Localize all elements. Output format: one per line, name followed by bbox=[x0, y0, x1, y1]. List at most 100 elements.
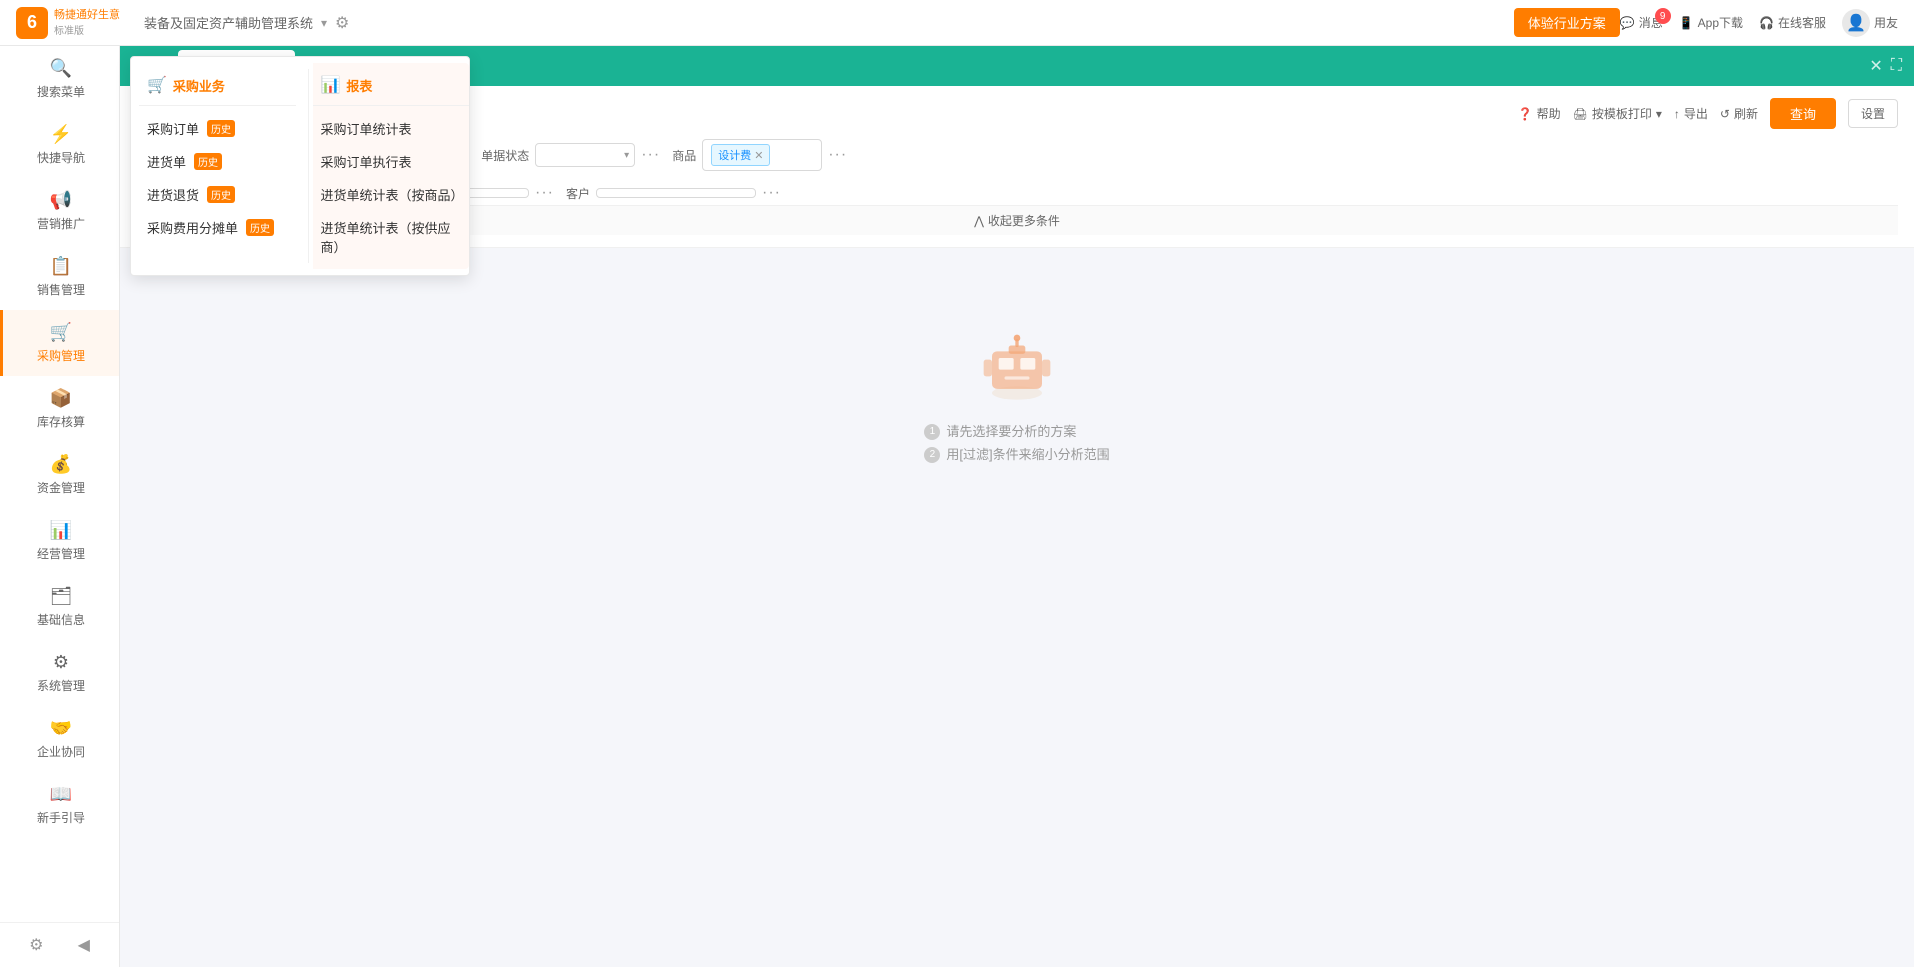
refresh-icon: ↺ bbox=[1720, 107, 1730, 121]
logo-text: 畅捷通好生意 bbox=[54, 8, 120, 22]
query-btn[interactable]: 查询 bbox=[1770, 98, 1836, 129]
voucher-status-filter: 单据状态 ··· bbox=[481, 143, 660, 167]
settings-btn[interactable]: 设置 bbox=[1848, 99, 1898, 128]
online-service-btn[interactable]: 🎧 在线客服 bbox=[1759, 14, 1826, 31]
print-btn[interactable]: 🖨 按模板打印 ▾ bbox=[1573, 105, 1662, 122]
sidebar-label-search: 搜索菜单 bbox=[37, 83, 85, 100]
goods-input[interactable]: 设计费 ✕ bbox=[702, 139, 822, 171]
sidebar-label-collab: 企业协同 bbox=[37, 743, 85, 760]
goods-filter: 商品 设计费 ✕ ··· bbox=[672, 139, 847, 171]
industry-btn[interactable]: 体验行业方案 bbox=[1514, 8, 1620, 37]
sidebar-item-business[interactable]: 📊 经营管理 bbox=[0, 508, 119, 574]
sidebar-item-marketing[interactable]: 📢 营销推广 bbox=[0, 178, 119, 244]
sidebar-item-purchase[interactable]: 🛒 采购管理 bbox=[0, 310, 119, 376]
sidebar-item-basic[interactable]: 🗂 基础信息 bbox=[0, 574, 119, 640]
voucher-status-select[interactable] bbox=[535, 143, 635, 167]
gear-icon: ⚙ bbox=[53, 652, 69, 673]
purchase-expense-history-badge: 历史 bbox=[246, 219, 274, 236]
nav-dropdown-arrow[interactable]: ▾ bbox=[321, 16, 327, 30]
purchase-order-label: 采购订单 bbox=[147, 119, 199, 138]
export-btn[interactable]: ↑ 导出 bbox=[1674, 105, 1708, 122]
customer-more-btn[interactable]: ··· bbox=[762, 184, 781, 202]
purchase-receipt-label: 进货单 bbox=[147, 152, 186, 171]
message-badge: 9 bbox=[1655, 8, 1671, 24]
dropdown-item-purchase-return[interactable]: 进货退货 历史 bbox=[139, 178, 296, 211]
lightning-icon: ⚡ bbox=[50, 124, 72, 145]
dropdown-item-purchase-order-stat[interactable]: 采购订单统计表 bbox=[313, 112, 470, 145]
header-nav: 装备及固定资产辅助管理系统 ▾ ⚙ bbox=[144, 13, 1514, 33]
report-col-title: 📊 报表 bbox=[313, 69, 470, 106]
sidebar-item-inventory[interactable]: 📦 库存核算 bbox=[0, 376, 119, 442]
folder-icon: 🗂 bbox=[50, 586, 73, 607]
voucher-status-more-btn[interactable]: ··· bbox=[641, 146, 660, 164]
messages-btn[interactable]: 💬 消息 9 bbox=[1620, 14, 1663, 31]
tabs-expand-btn[interactable]: ⛶ bbox=[1891, 57, 1902, 75]
sidebar-label-system: 系统管理 bbox=[37, 677, 85, 694]
sidebar-bottom: ⚙ ◀ bbox=[0, 922, 119, 967]
dropdown-item-receipt-stat-supplier[interactable]: 进货单统计表（按供应商） bbox=[313, 211, 470, 263]
dropdown-item-receipt-stat-goods[interactable]: 进货单统计表（按商品） bbox=[313, 178, 470, 211]
empty-text: 1 请先选择要分析的方案 2 用[过滤]条件来缩小分析范围 bbox=[924, 420, 1109, 467]
sidebar-item-system[interactable]: ⚙ 系统管理 bbox=[0, 640, 119, 706]
sidebar-label-marketing: 营销推广 bbox=[37, 215, 85, 232]
user-label: 用友 bbox=[1874, 14, 1898, 31]
report-col-label: 报表 bbox=[346, 76, 372, 95]
goods-tag-close[interactable]: ✕ bbox=[754, 149, 763, 162]
report-col: 📊 报表 采购订单统计表 采购订单执行表 进货单统计表（按商品） 进货单统计表（… bbox=[313, 63, 470, 269]
purchase-order-history-badge: 历史 bbox=[207, 120, 235, 137]
step2-num: 2 bbox=[924, 447, 940, 463]
sidebar-label-basic: 基础信息 bbox=[37, 611, 85, 628]
logo-area: 6 畅捷通好生意 标准版 bbox=[16, 7, 136, 39]
export-icon: ↑ bbox=[1674, 107, 1680, 121]
print-label: 按模板打印 bbox=[1592, 105, 1652, 122]
header-right: 💬 消息 9 📱 App下载 🎧 在线客服 👤 用友 bbox=[1620, 9, 1898, 37]
sidebar-item-sales[interactable]: 📋 销售管理 bbox=[0, 244, 119, 310]
collapse-arrow-icon: ⋀ bbox=[974, 214, 984, 228]
customer-input[interactable] bbox=[596, 188, 756, 198]
collapse-sidebar-btn[interactable]: ◀ bbox=[78, 935, 90, 955]
settings-bottom-icon[interactable]: ⚙ bbox=[29, 935, 43, 955]
purchase-order-exec-label: 采购订单执行表 bbox=[321, 152, 412, 171]
purchase-col-label: 采购业务 bbox=[173, 76, 225, 95]
print-dropdown-arrow[interactable]: ▾ bbox=[1656, 107, 1662, 121]
headset-icon: 🎧 bbox=[1759, 16, 1774, 30]
dropdown-item-purchase-expense[interactable]: 采购费用分摊单 历史 bbox=[139, 211, 296, 244]
purchase-return-history-badge: 历史 bbox=[207, 186, 235, 203]
dropdown-item-purchase-order-exec[interactable]: 采购订单执行表 bbox=[313, 145, 470, 178]
sidebar-label-quick: 快捷导航 bbox=[37, 149, 85, 166]
purchase-expense-label: 采购费用分摊单 bbox=[147, 218, 238, 237]
empty-illustration bbox=[967, 328, 1067, 408]
goods-more-btn[interactable]: ··· bbox=[828, 146, 847, 164]
sidebar-item-guide[interactable]: 📖 新手引导 bbox=[0, 772, 119, 838]
collapse-label: 收起更多条件 bbox=[988, 212, 1060, 229]
sidebar-item-finance[interactable]: 💰 资金管理 bbox=[0, 442, 119, 508]
app-download-btn[interactable]: 📱 App下载 bbox=[1679, 14, 1743, 31]
purchase-order-stat-label: 采购订单统计表 bbox=[321, 119, 412, 138]
logo-badge: 标准版 bbox=[54, 22, 120, 37]
logo-icon: 6 bbox=[16, 7, 48, 39]
sidebar-item-search[interactable]: 🔍 搜索菜单 bbox=[0, 46, 119, 112]
sidebar-item-collab[interactable]: 🤝 企业协同 bbox=[0, 706, 119, 772]
step2-text: 用[过滤]条件来缩小分析范围 bbox=[946, 443, 1109, 466]
sidebar-label-guide: 新手引导 bbox=[37, 809, 85, 826]
purchase-return-label: 进货退货 bbox=[147, 185, 199, 204]
help-btn[interactable]: ❓ 帮助 bbox=[1518, 105, 1561, 122]
nav-settings-icon[interactable]: ⚙ bbox=[335, 13, 349, 33]
dropdown-cols: 🛒 采购业务 采购订单 历史 进货单 历史 进货退货 历史 采购费用分摊单 bbox=[131, 69, 469, 263]
voucher-status-label: 单据状态 bbox=[481, 147, 529, 164]
refresh-btn[interactable]: ↺ 刷新 bbox=[1720, 105, 1758, 122]
sidebar-label-purchase: 采购管理 bbox=[37, 347, 85, 364]
customer-label: 客户 bbox=[566, 185, 590, 202]
sidebar-item-quick[interactable]: ⚡ 快捷导航 bbox=[0, 112, 119, 178]
avatar: 👤 bbox=[1842, 9, 1870, 37]
tabs-close-btn[interactable]: ✕ bbox=[1869, 56, 1882, 76]
user-btn[interactable]: 👤 用友 bbox=[1842, 9, 1898, 37]
purchase-col-icon: 🛒 bbox=[147, 75, 167, 95]
dropdown-item-purchase-receipt[interactable]: 进货单 历史 bbox=[139, 145, 296, 178]
customer-filter: 客户 ··· bbox=[566, 184, 781, 202]
dropdown-item-purchase-order[interactable]: 采购订单 历史 bbox=[139, 112, 296, 145]
help-circle-icon: ❓ bbox=[1518, 107, 1533, 121]
goods-tag: 设计费 ✕ bbox=[711, 144, 770, 166]
salesperson-more-btn[interactable]: ··· bbox=[535, 184, 554, 202]
purchase-col-title: 🛒 采购业务 bbox=[139, 69, 296, 106]
